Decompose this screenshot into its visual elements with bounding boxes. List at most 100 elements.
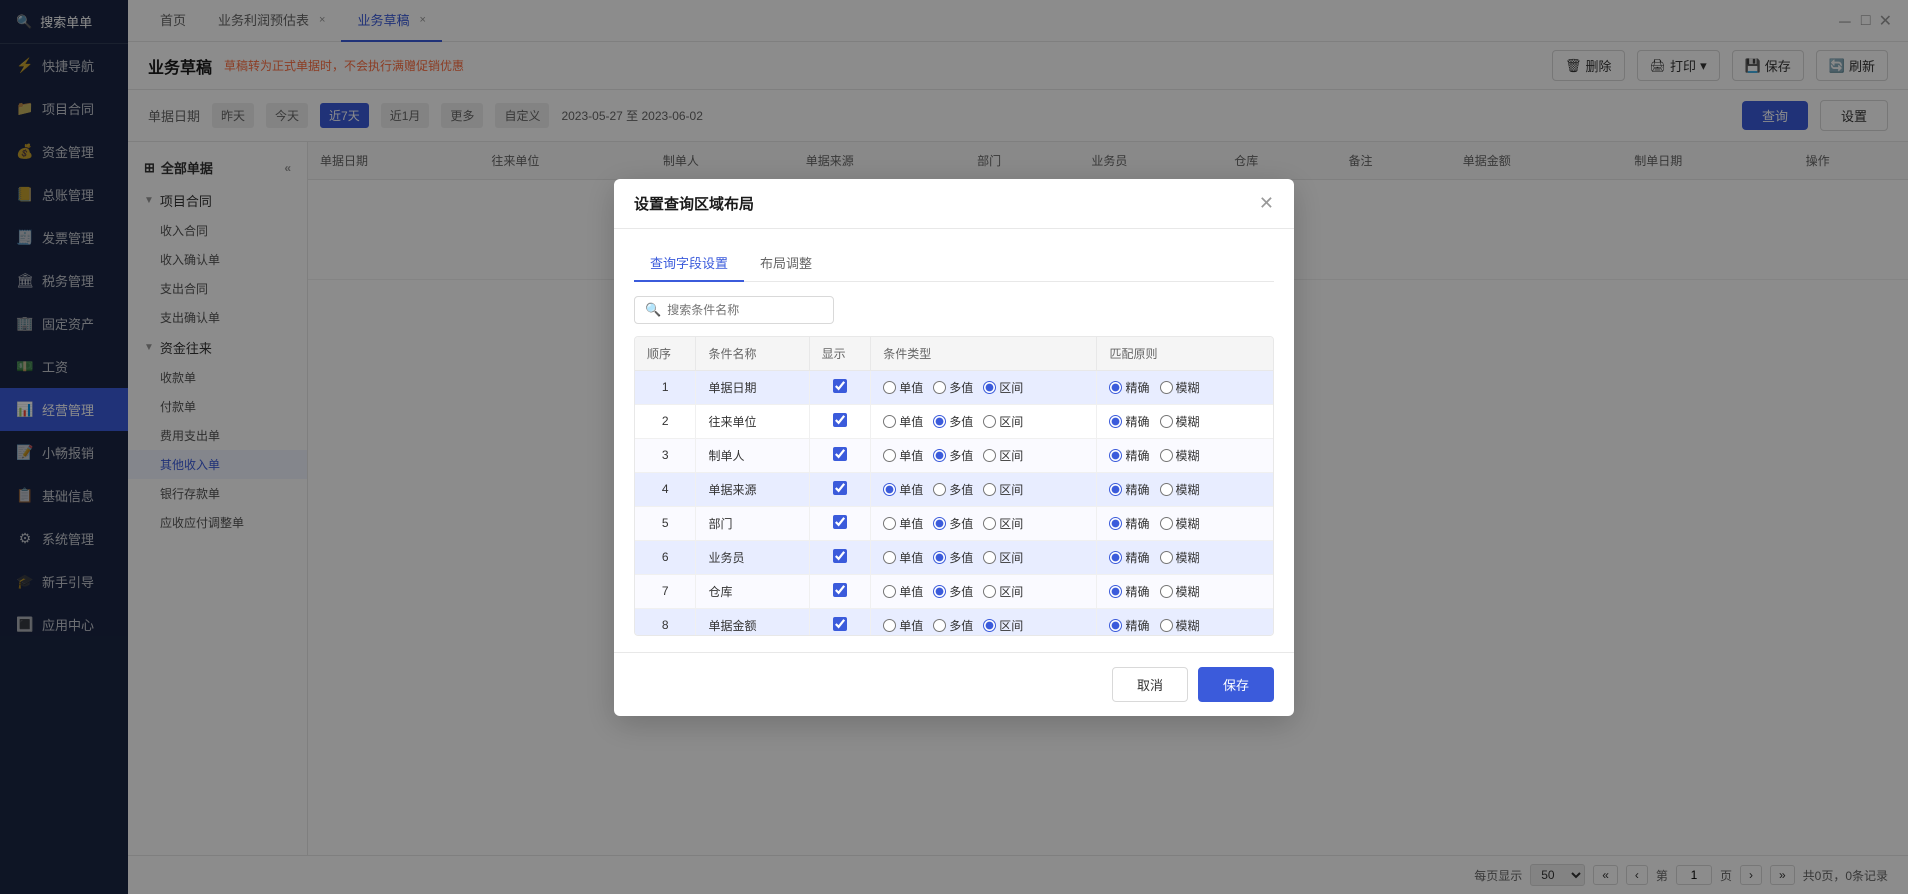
- condtype-radio[interactable]: [883, 381, 896, 394]
- condtype-radio-item[interactable]: 区间: [983, 413, 1023, 430]
- condtype-radio-item[interactable]: 单值: [883, 481, 923, 498]
- row-matchrule-cell: 精确模糊: [1097, 472, 1273, 506]
- dialog-search-input[interactable]: [667, 303, 817, 317]
- condtype-radio-item[interactable]: 单值: [883, 447, 923, 464]
- matchrule-radio-item[interactable]: 模糊: [1160, 549, 1200, 566]
- condtype-radio[interactable]: [933, 449, 946, 462]
- condtype-radio[interactable]: [883, 585, 896, 598]
- matchrule-radio[interactable]: [1160, 619, 1173, 632]
- matchrule-radio[interactable]: [1160, 381, 1173, 394]
- display-checkbox[interactable]: [833, 549, 847, 563]
- matchrule-radio-item[interactable]: 模糊: [1160, 583, 1200, 600]
- condtype-radio[interactable]: [883, 449, 896, 462]
- condtype-radio-item[interactable]: 多值: [933, 379, 973, 396]
- condtype-radio-item[interactable]: 多值: [933, 549, 973, 566]
- condtype-radio[interactable]: [933, 585, 946, 598]
- matchrule-radio[interactable]: [1109, 619, 1122, 632]
- matchrule-radio[interactable]: [1160, 585, 1173, 598]
- condtype-radio-item[interactable]: 区间: [983, 447, 1023, 464]
- display-checkbox[interactable]: [833, 617, 847, 631]
- condtype-radio-item[interactable]: 单值: [883, 515, 923, 532]
- matchrule-radio-item[interactable]: 精确: [1109, 447, 1149, 464]
- condtype-radio[interactable]: [983, 381, 996, 394]
- matchrule-radio[interactable]: [1109, 415, 1122, 428]
- condtype-radio-item[interactable]: 单值: [883, 413, 923, 430]
- matchrule-radio[interactable]: [1109, 551, 1122, 564]
- display-checkbox[interactable]: [833, 583, 847, 597]
- condtype-radio-item[interactable]: 单值: [883, 379, 923, 396]
- condtype-radio[interactable]: [933, 415, 946, 428]
- condtype-radio[interactable]: [983, 415, 996, 428]
- condtype-radio-item[interactable]: 单值: [883, 549, 923, 566]
- matchrule-radio-item[interactable]: 模糊: [1160, 379, 1200, 396]
- display-checkbox[interactable]: [833, 515, 847, 529]
- matchrule-radio[interactable]: [1160, 415, 1173, 428]
- dialog-search-icon: 🔍: [645, 302, 661, 318]
- matchrule-radio[interactable]: [1160, 517, 1173, 530]
- matchrule-radio-item[interactable]: 精确: [1109, 379, 1149, 396]
- condtype-radio[interactable]: [883, 483, 896, 496]
- condtype-radio-item[interactable]: 多值: [933, 583, 973, 600]
- matchrule-radio-item[interactable]: 精确: [1109, 481, 1149, 498]
- matchrule-radio[interactable]: [1160, 449, 1173, 462]
- condtype-radio[interactable]: [983, 619, 996, 632]
- condtype-radio[interactable]: [933, 551, 946, 564]
- tab-layout[interactable]: 布局调整: [744, 245, 828, 282]
- condtype-radio-group: 单值多值区间: [883, 549, 1084, 566]
- row-order: 6: [635, 540, 696, 574]
- matchrule-radio-item[interactable]: 精确: [1109, 549, 1149, 566]
- condtype-radio-group: 单值多值区间: [883, 617, 1084, 634]
- condtype-radio-item[interactable]: 区间: [983, 515, 1023, 532]
- matchrule-radio-item[interactable]: 模糊: [1160, 481, 1200, 498]
- tab-fields[interactable]: 查询字段设置: [634, 245, 744, 282]
- save-dialog-button[interactable]: 保存: [1198, 667, 1274, 702]
- condtype-radio-item[interactable]: 区间: [983, 379, 1023, 396]
- matchrule-radio-item[interactable]: 精确: [1109, 413, 1149, 430]
- condtype-radio-item[interactable]: 多值: [933, 447, 973, 464]
- condtype-radio[interactable]: [933, 619, 946, 632]
- display-checkbox[interactable]: [833, 481, 847, 495]
- condtype-radio[interactable]: [983, 483, 996, 496]
- matchrule-radio-item[interactable]: 精确: [1109, 515, 1149, 532]
- matchrule-radio-item[interactable]: 模糊: [1160, 413, 1200, 430]
- row-order: 7: [635, 574, 696, 608]
- matchrule-radio-item[interactable]: 精确: [1109, 617, 1149, 634]
- matchrule-radio[interactable]: [1109, 585, 1122, 598]
- condtype-radio-item[interactable]: 区间: [983, 617, 1023, 634]
- matchrule-radio[interactable]: [1109, 517, 1122, 530]
- dialog-close-button[interactable]: ✕: [1259, 193, 1274, 214]
- condtype-radio[interactable]: [933, 381, 946, 394]
- condtype-radio-item[interactable]: 区间: [983, 549, 1023, 566]
- matchrule-radio[interactable]: [1160, 483, 1173, 496]
- matchrule-radio-item[interactable]: 模糊: [1160, 515, 1200, 532]
- matchrule-radio[interactable]: [1160, 551, 1173, 564]
- condtype-radio[interactable]: [983, 517, 996, 530]
- condtype-radio[interactable]: [983, 449, 996, 462]
- condtype-radio[interactable]: [883, 619, 896, 632]
- condtype-radio-item[interactable]: 单值: [883, 617, 923, 634]
- display-checkbox[interactable]: [833, 379, 847, 393]
- display-checkbox[interactable]: [833, 413, 847, 427]
- condtype-radio-item[interactable]: 多值: [933, 413, 973, 430]
- condtype-radio-item[interactable]: 多值: [933, 515, 973, 532]
- matchrule-radio-item[interactable]: 模糊: [1160, 617, 1200, 634]
- condtype-radio-item[interactable]: 区间: [983, 481, 1023, 498]
- matchrule-radio-item[interactable]: 模糊: [1160, 447, 1200, 464]
- condtype-radio-item[interactable]: 单值: [883, 583, 923, 600]
- condtype-radio[interactable]: [933, 517, 946, 530]
- matchrule-radio-item[interactable]: 精确: [1109, 583, 1149, 600]
- condtype-radio-item[interactable]: 区间: [983, 583, 1023, 600]
- condtype-radio[interactable]: [883, 517, 896, 530]
- condtype-radio[interactable]: [983, 551, 996, 564]
- display-checkbox[interactable]: [833, 447, 847, 461]
- condtype-radio[interactable]: [933, 483, 946, 496]
- condtype-radio-item[interactable]: 多值: [933, 617, 973, 634]
- condtype-radio[interactable]: [883, 551, 896, 564]
- cancel-button[interactable]: 取消: [1112, 667, 1188, 702]
- condtype-radio-item[interactable]: 多值: [933, 481, 973, 498]
- matchrule-radio[interactable]: [1109, 483, 1122, 496]
- matchrule-radio[interactable]: [1109, 449, 1122, 462]
- condtype-radio[interactable]: [983, 585, 996, 598]
- condtype-radio[interactable]: [883, 415, 896, 428]
- matchrule-radio[interactable]: [1109, 381, 1122, 394]
